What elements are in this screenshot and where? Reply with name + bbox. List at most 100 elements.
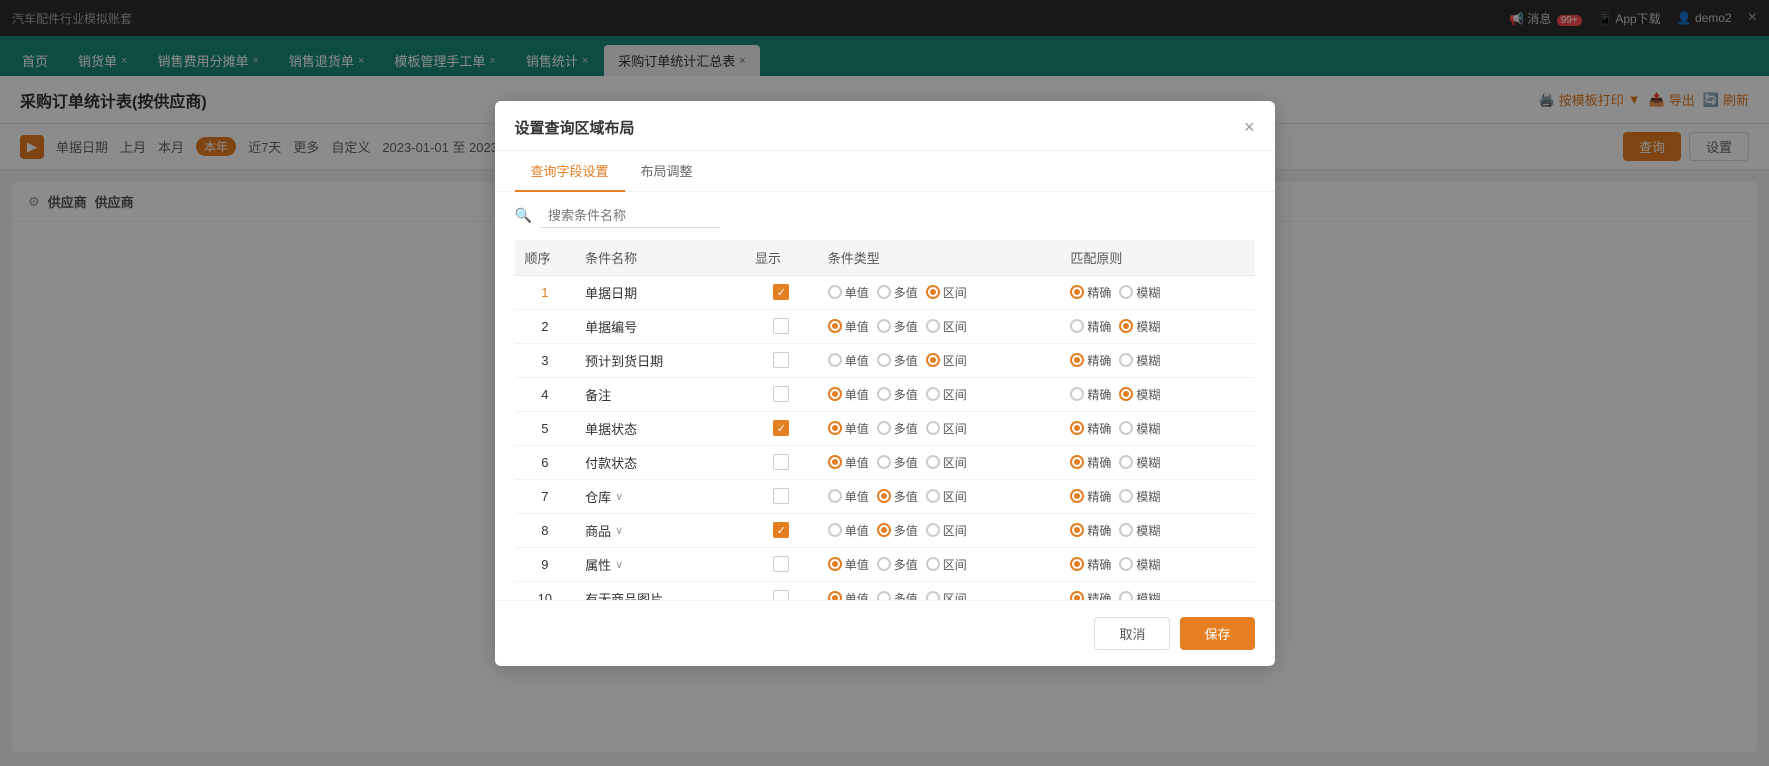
match-option-0[interactable]: 精确 [1070,454,1111,471]
type-option-0[interactable]: 单值 [828,420,869,437]
type-option-1[interactable]: 多值 [877,420,918,437]
type-option-2[interactable]: 区间 [926,386,967,403]
type-option-1[interactable]: 多值 [877,352,918,369]
radio-circle [877,353,891,367]
radio-circle [828,387,842,401]
type-option-1[interactable]: 多值 [877,454,918,471]
type-option-1[interactable]: 多值 [877,522,918,539]
row-name: 有无商品图片 [575,581,745,600]
display-checkbox[interactable] [773,352,789,368]
display-checkbox[interactable]: ✓ [773,284,789,300]
type-option-1[interactable]: 多值 [877,284,918,301]
type-option-2[interactable]: 区间 [926,488,967,505]
dialog-close-button[interactable]: × [1244,118,1255,136]
row-type: 单值多值区间 [818,377,1061,411]
table-row: 1单据日期✓单值多值区间精确模糊 [515,275,1255,309]
type-option-0[interactable]: 单值 [828,352,869,369]
type-option-0[interactable]: 单值 [828,284,869,301]
match-option-0[interactable]: 精确 [1070,386,1111,403]
dialog-tab-query[interactable]: 查询字段设置 [515,151,625,192]
table-row: 8商品 ∨✓单值多值区间精确模糊 [515,513,1255,547]
type-option-0[interactable]: 单值 [828,522,869,539]
match-option-0[interactable]: 精确 [1070,318,1111,335]
display-checkbox[interactable]: ✓ [773,420,789,436]
row-name: 预计到货日期 [575,343,745,377]
type-option-2[interactable]: 区间 [926,590,967,600]
row-display[interactable] [745,479,818,513]
row-display[interactable] [745,581,818,600]
type-option-2[interactable]: 区间 [926,556,967,573]
type-option-2[interactable]: 区间 [926,420,967,437]
type-option-0[interactable]: 单值 [828,488,869,505]
match-option-0[interactable]: 精确 [1070,590,1111,600]
radio-circle [926,489,940,503]
match-option-0[interactable]: 精确 [1070,420,1111,437]
row-display[interactable]: ✓ [745,275,818,309]
type-option-2[interactable]: 区间 [926,454,967,471]
type-option-0[interactable]: 单值 [828,318,869,335]
dialog-header: 设置查询区域布局 × [495,101,1275,151]
display-checkbox[interactable] [773,488,789,504]
search-icon: 🔍 [515,207,532,224]
display-checkbox[interactable] [773,386,789,402]
radio-circle [1119,455,1133,469]
radio-circle [877,523,891,537]
match-option-0[interactable]: 精确 [1070,522,1111,539]
cancel-button[interactable]: 取消 [1094,617,1170,650]
match-option-0[interactable]: 精确 [1070,352,1111,369]
display-checkbox[interactable]: ✓ [773,522,789,538]
type-option-0[interactable]: 单值 [828,454,869,471]
table-row: 4备注单值多值区间精确模糊 [515,377,1255,411]
display-checkbox[interactable] [773,590,789,600]
match-option-0[interactable]: 精确 [1070,488,1111,505]
type-option-1[interactable]: 多值 [877,488,918,505]
row-display[interactable] [745,343,818,377]
row-display[interactable]: ✓ [745,411,818,445]
row-display[interactable]: ✓ [745,513,818,547]
row-name: 付款状态 [575,445,745,479]
row-display[interactable] [745,377,818,411]
radio-circle [1119,557,1133,571]
search-input[interactable] [540,204,720,228]
type-option-0[interactable]: 单值 [828,556,869,573]
table-row: 10有无商品图片单值多值区间精确模糊 [515,581,1255,600]
row-order: 5 [515,411,576,445]
type-option-2[interactable]: 区间 [926,284,967,301]
display-checkbox[interactable] [773,556,789,572]
radio-circle [828,557,842,571]
match-option-1[interactable]: 模糊 [1119,454,1160,471]
match-option-1[interactable]: 模糊 [1119,420,1160,437]
row-name: 单据编号 [575,309,745,343]
row-display[interactable] [745,547,818,581]
save-button[interactable]: 保存 [1180,617,1254,650]
type-option-1[interactable]: 多值 [877,590,918,600]
type-option-0[interactable]: 单值 [828,386,869,403]
row-name: 商品 ∨ [575,513,745,547]
match-option-1[interactable]: 模糊 [1119,488,1160,505]
match-option-0[interactable]: 精确 [1070,284,1111,301]
type-option-1[interactable]: 多值 [877,386,918,403]
match-option-1[interactable]: 模糊 [1119,284,1160,301]
type-option-1[interactable]: 多值 [877,318,918,335]
radio-circle [828,455,842,469]
type-option-2[interactable]: 区间 [926,352,967,369]
display-checkbox[interactable] [773,318,789,334]
match-option-1[interactable]: 模糊 [1119,556,1160,573]
type-option-2[interactable]: 区间 [926,318,967,335]
row-display[interactable] [745,309,818,343]
type-option-1[interactable]: 多值 [877,556,918,573]
display-checkbox[interactable] [773,454,789,470]
radio-circle [1070,285,1084,299]
match-option-1[interactable]: 模糊 [1119,352,1160,369]
type-option-0[interactable]: 单值 [828,590,869,600]
radio-circle [1070,557,1084,571]
row-display[interactable] [745,445,818,479]
dialog-tab-layout[interactable]: 布局调整 [625,151,709,192]
match-option-1[interactable]: 模糊 [1119,318,1160,335]
match-option-1[interactable]: 模糊 [1119,522,1160,539]
match-option-0[interactable]: 精确 [1070,556,1111,573]
conditions-table: 顺序 条件名称 显示 条件类型 匹配原则 1单据日期✓单值多值区间精确模糊2单据… [495,240,1275,600]
type-option-2[interactable]: 区间 [926,522,967,539]
match-option-1[interactable]: 模糊 [1119,590,1160,600]
match-option-1[interactable]: 模糊 [1119,386,1160,403]
